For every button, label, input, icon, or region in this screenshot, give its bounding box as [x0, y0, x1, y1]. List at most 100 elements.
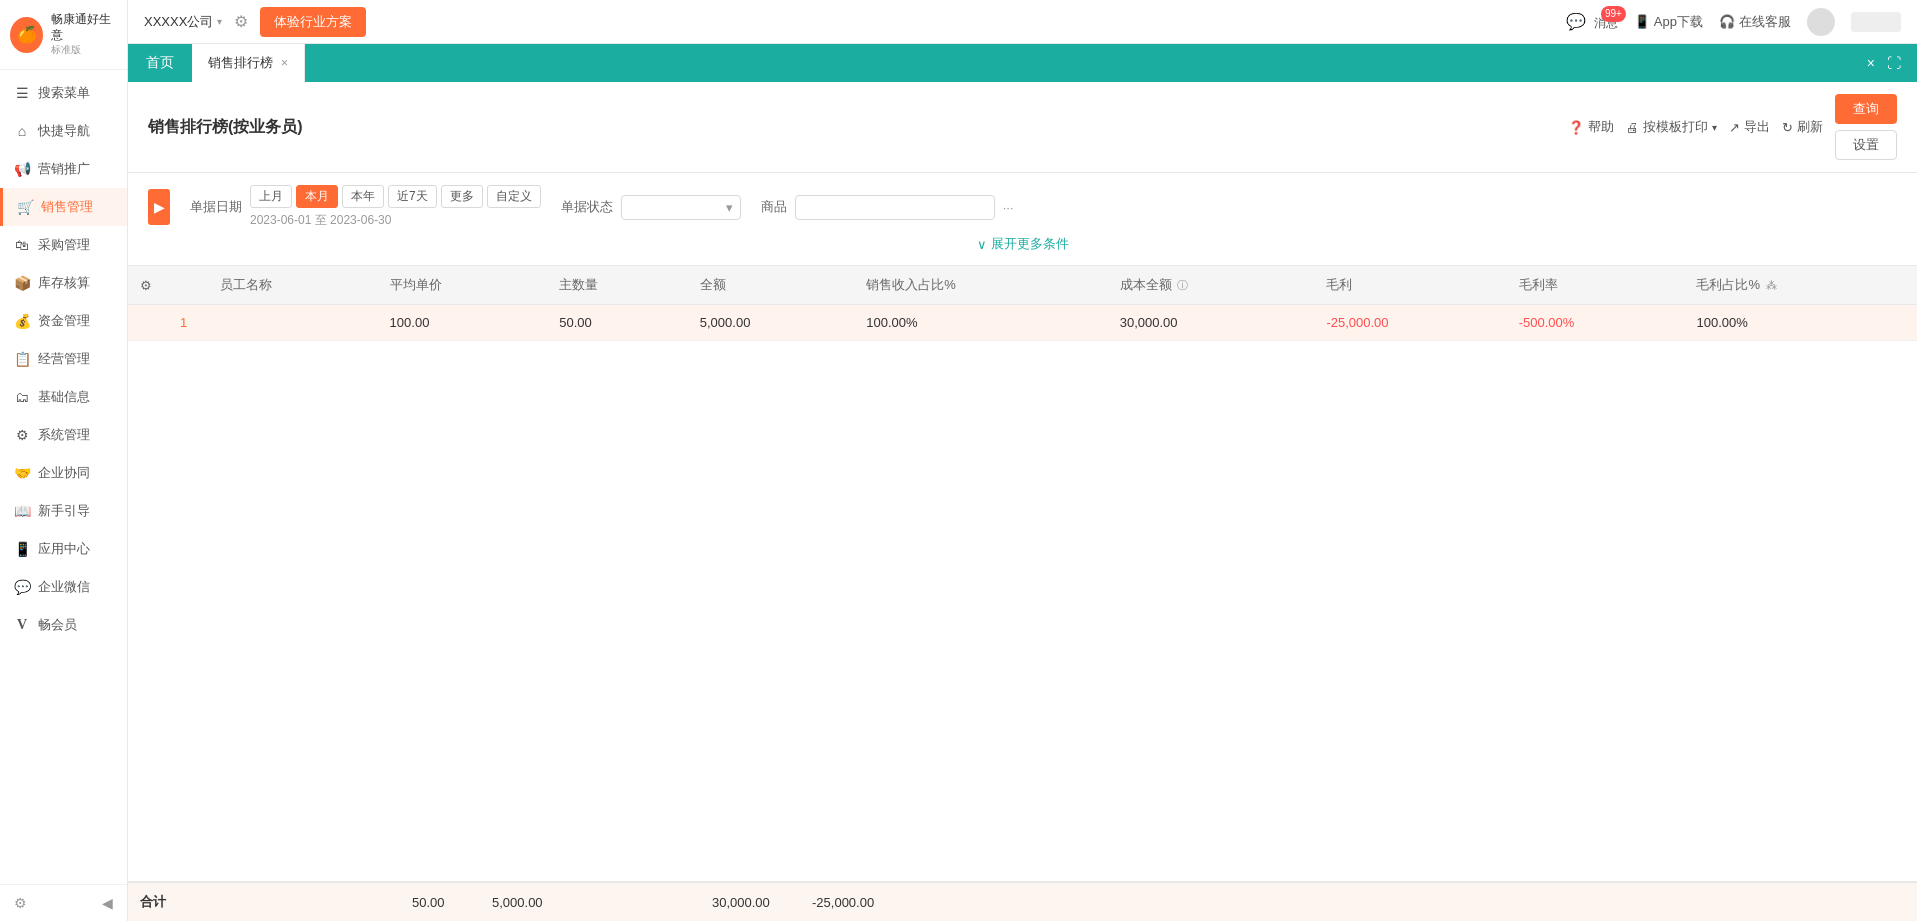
sales-icon: 🛒	[17, 199, 33, 215]
basic-icon: 🗂	[14, 389, 30, 405]
tab-home[interactable]: 首页	[128, 44, 192, 82]
refresh-icon: ↻	[1782, 120, 1793, 135]
chevron-down-expand-icon: ∨	[977, 237, 987, 252]
sidebar-item-member[interactable]: V 畅会员	[0, 606, 127, 644]
sidebar-item-guide[interactable]: 📖 新手引导	[0, 492, 127, 530]
th-profit-rate: 毛利率	[1507, 266, 1685, 305]
tab-sales-ranking[interactable]: 销售排行榜 ×	[192, 44, 305, 82]
sidebar-item-finance[interactable]: 💰 资金管理	[0, 302, 127, 340]
date-more-btn[interactable]: 更多	[441, 185, 483, 208]
date-filter-label: 单据日期	[190, 198, 242, 216]
sidebar-item-operations[interactable]: 📋 经营管理	[0, 340, 127, 378]
user-avatar[interactable]	[1807, 8, 1835, 36]
sidebar-item-nav[interactable]: ⌂ 快捷导航	[0, 112, 127, 150]
date-prev-month-btn[interactable]: 上月	[250, 185, 292, 208]
sidebar-item-purchase[interactable]: 🛍 采购管理	[0, 226, 127, 264]
sidebar-label-marketing: 营销推广	[38, 160, 90, 178]
date-current-year-btn[interactable]: 本年	[342, 185, 384, 208]
sidebar-footer: ⚙ ◀	[0, 884, 127, 921]
status-select[interactable]	[621, 195, 741, 220]
sidebar-label-nav: 快捷导航	[38, 122, 90, 140]
date-7days-btn[interactable]: 近7天	[388, 185, 437, 208]
goods-input[interactable]	[795, 195, 995, 220]
export-button[interactable]: ↗ 导出	[1729, 118, 1770, 136]
tab-close-all-icon[interactable]: ×	[1867, 55, 1875, 71]
settings-button[interactable]: 设置	[1835, 130, 1897, 160]
settings-footer-icon[interactable]: ⚙	[14, 895, 27, 911]
filter-expand-arrow[interactable]: ▶	[148, 189, 170, 225]
page-title: 销售排行榜(按业务员)	[148, 117, 303, 138]
user-name[interactable]	[1851, 12, 1901, 32]
trial-button[interactable]: 体验行业方案	[260, 7, 366, 37]
sidebar-item-basic[interactable]: 🗂 基础信息	[0, 378, 127, 416]
footer-profit: -25,000.00	[800, 895, 900, 910]
notification-wrap[interactable]: 💬 99+ 消息	[1566, 12, 1618, 32]
headset-icon: 🎧	[1719, 14, 1735, 29]
app-download-label: App下载	[1654, 13, 1703, 31]
filter-row: ▶ 单据日期 上月 本月 本年 近7天 更多 自定义 2023-06-01	[148, 185, 1897, 229]
sidebar-item-inventory[interactable]: 📦 库存核算	[0, 264, 127, 302]
tab-close-icon[interactable]: ×	[281, 56, 288, 70]
sidebar-item-apps[interactable]: 📱 应用中心	[0, 530, 127, 568]
th-avg-price: 平均单价	[378, 266, 548, 305]
filter-status: 单据状态	[561, 195, 741, 220]
inventory-icon: 📦	[14, 275, 30, 291]
collab-icon: 🤝	[14, 465, 30, 481]
tab-fullscreen-icon[interactable]: ⛶	[1887, 55, 1901, 71]
table-footer: 合计 50.00 5,000.00 30,000.00 -25,000.00	[128, 881, 1917, 921]
sidebar-label-sales: 销售管理	[41, 198, 93, 216]
company-settings-icon[interactable]: ⚙	[234, 12, 248, 31]
search-menu-icon: ☰	[14, 85, 30, 101]
th-rank	[168, 266, 208, 305]
app-logo-icon: 🍊	[10, 17, 43, 53]
sidebar-item-sales[interactable]: 🛒 销售管理	[0, 188, 127, 226]
cost-info-icon[interactable]: ⓘ	[1177, 279, 1188, 291]
template-print-button[interactable]: 🖨 按模板打印 ▾	[1626, 118, 1717, 136]
td-profit: -25,000.00	[1314, 305, 1506, 341]
app-download-link[interactable]: 📱 App下载	[1634, 13, 1703, 31]
online-service-link[interactable]: 🎧 在线客服	[1719, 13, 1791, 31]
apps-icon: 📱	[14, 541, 30, 557]
td-settings	[128, 305, 168, 341]
rank-number: 1	[180, 315, 187, 330]
sidebar-item-search[interactable]: ☰ 搜索菜单	[0, 74, 127, 112]
date-custom-btn[interactable]: 自定义	[487, 185, 541, 208]
footer-cost: 30,000.00	[700, 895, 800, 910]
profit-ratio-info-icon[interactable]: ⁂	[1766, 279, 1777, 291]
query-button[interactable]: 查询	[1835, 94, 1897, 124]
th-main-qty: 主数量	[547, 266, 688, 305]
data-table: ⚙ 员工名称 平均单价 主数量 全额 销售收入占比% 成本全额 ⓘ 毛利 毛利率	[128, 266, 1917, 341]
td-profit-ratio: 100.00%	[1684, 305, 1917, 341]
member-icon: V	[14, 617, 30, 633]
th-settings[interactable]: ⚙	[128, 266, 168, 305]
sidebar-label-member: 畅会员	[38, 616, 77, 634]
refresh-button[interactable]: ↻ 刷新	[1782, 118, 1823, 136]
collapse-icon[interactable]: ◀	[102, 895, 113, 911]
tab-bar: 首页 销售排行榜 × × ⛶	[128, 44, 1917, 82]
filter-goods: 商品 ···	[761, 195, 1014, 220]
sidebar-item-collab[interactable]: 🤝 企业协同	[0, 454, 127, 492]
th-profit: 毛利	[1314, 266, 1506, 305]
date-range-display: 2023-06-01 至 2023-06-30	[250, 212, 541, 229]
goods-more-icon[interactable]: ···	[1003, 200, 1014, 215]
column-settings-icon[interactable]: ⚙	[140, 278, 152, 293]
date-current-month-btn[interactable]: 本月	[296, 185, 338, 208]
template-print-label: 按模板打印	[1643, 118, 1708, 136]
notification-badge: 99+	[1601, 6, 1626, 22]
refresh-label: 刷新	[1797, 118, 1823, 136]
expand-more-label: 展开更多条件	[991, 235, 1069, 253]
purchase-icon: 🛍	[14, 237, 30, 253]
sidebar-item-system[interactable]: ⚙ 系统管理	[0, 416, 127, 454]
sidebar-item-wechat[interactable]: 💬 企业微信	[0, 568, 127, 606]
sidebar-item-marketing[interactable]: 📢 营销推广	[0, 150, 127, 188]
page-header: 销售排行榜(按业务员) ❓ 帮助 🖨 按模板打印 ▾ ↗ 导出 ↻ 刷新	[128, 82, 1917, 173]
top-header: XXXXX公司 ▾ ⚙ 体验行业方案 💬 99+ 消息 📱 App下载 🎧 在线…	[128, 0, 1917, 44]
status-select-wrap	[621, 195, 741, 220]
chevron-down-icon: ▾	[217, 16, 222, 27]
company-selector[interactable]: XXXXX公司 ▾	[144, 13, 222, 31]
print-icon: 🖨	[1626, 120, 1639, 135]
expand-more-conditions[interactable]: ∨ 展开更多条件	[148, 229, 1897, 253]
help-icon: ❓	[1568, 120, 1584, 135]
help-button[interactable]: ❓ 帮助	[1568, 118, 1614, 136]
th-sales-ratio: 销售收入占比%	[854, 266, 1107, 305]
